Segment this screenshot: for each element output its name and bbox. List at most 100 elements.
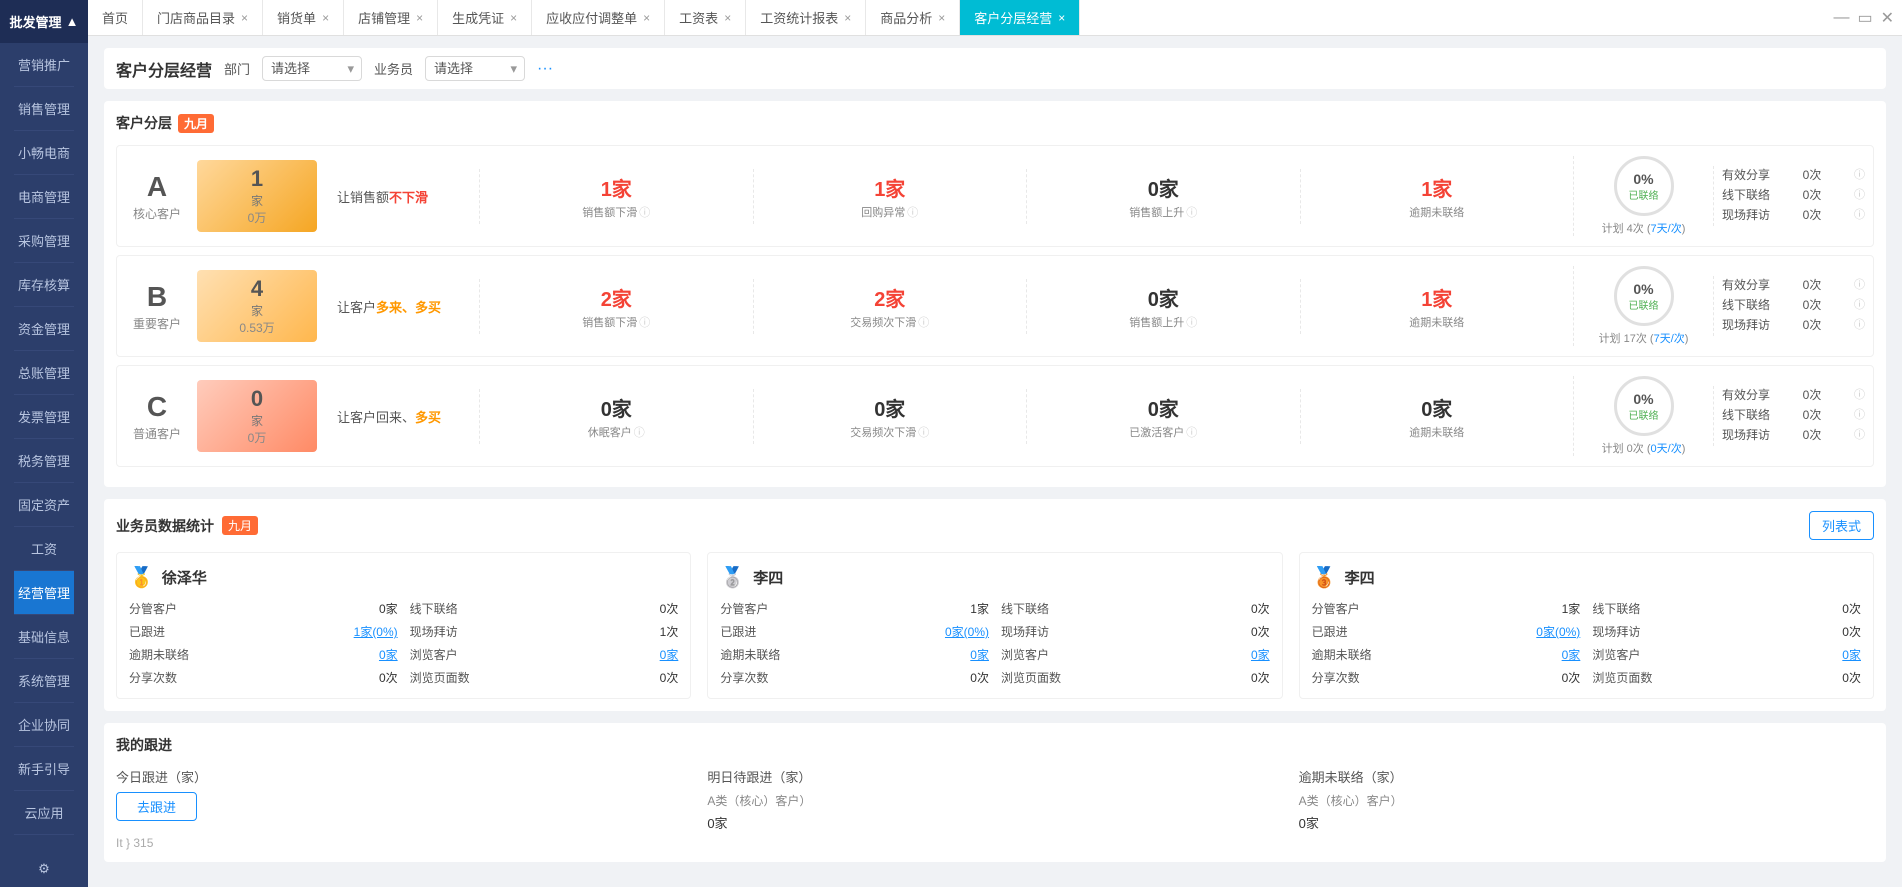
- info-icon[interactable]: ⓘ: [639, 314, 650, 330]
- info-icon-right[interactable]: ⓘ: [1854, 166, 1865, 183]
- sidebar-item-资金管理[interactable]: 资金管理: [14, 307, 74, 351]
- sales-stat-value[interactable]: 0家(0%): [945, 623, 989, 640]
- tier-stat-item[interactable]: 1家销售额下滑ⓘ: [479, 169, 753, 224]
- sales-stat-value[interactable]: 0家: [1562, 646, 1581, 663]
- tab-工资统计报表[interactable]: 工资统计报表×: [746, 0, 866, 36]
- right-stat-label: 有效分享: [1722, 386, 1770, 403]
- sidebar-item-发票管理[interactable]: 发票管理: [14, 395, 74, 439]
- sidebar-item-固定资产[interactable]: 固定资产: [14, 483, 74, 527]
- info-icon[interactable]: ⓘ: [639, 204, 650, 220]
- tab-工资表[interactable]: 工资表×: [665, 0, 746, 36]
- right-stat-row: 现场拜访0次ⓘ: [1722, 206, 1865, 223]
- tier-stat-item[interactable]: 1家逾期未联络: [1300, 169, 1574, 224]
- window-close-icon[interactable]: ✕: [1881, 8, 1894, 28]
- info-icon[interactable]: ⓘ: [918, 314, 929, 330]
- tier-stat-item[interactable]: 0家已激活客户ⓘ: [1026, 389, 1300, 444]
- info-icon-right[interactable]: ⓘ: [1854, 276, 1865, 293]
- tab-首页[interactable]: 首页: [88, 0, 143, 36]
- sidebar-item-营销推广[interactable]: 营销推广: [14, 43, 74, 87]
- info-icon[interactable]: ⓘ: [1186, 424, 1197, 440]
- info-icon[interactable]: ⓘ: [907, 204, 918, 220]
- info-icon-right[interactable]: ⓘ: [1854, 386, 1865, 403]
- sidebar-item-电商管理[interactable]: 电商管理: [14, 175, 74, 219]
- tier-label-B: B重要客户: [117, 281, 197, 332]
- tab-close-icon[interactable]: ×: [241, 11, 248, 25]
- tab-客户分层经营[interactable]: 客户分层经营×: [960, 0, 1080, 36]
- goto-followup-button[interactable]: 去跟进: [116, 792, 197, 821]
- sales-stat-value[interactable]: 0家: [660, 646, 679, 663]
- sidebar-item-企业协同[interactable]: 企业协同: [14, 703, 74, 747]
- info-icon-right[interactable]: ⓘ: [1854, 316, 1865, 333]
- tier-stats: 0家休眠客户ⓘ0家交易频次下滑ⓘ0家已激活客户ⓘ0家逾期未联络: [479, 389, 1573, 444]
- tier-count-box[interactable]: 4家0.53万: [197, 270, 317, 342]
- tab-close-icon[interactable]: ×: [322, 11, 329, 25]
- settings-gear-icon[interactable]: ⚙: [0, 851, 88, 887]
- tab-close-icon[interactable]: ×: [416, 11, 423, 25]
- tab-销货单[interactable]: 销货单×: [263, 0, 344, 36]
- info-icon-right[interactable]: ⓘ: [1854, 426, 1865, 443]
- tab-close-icon[interactable]: ×: [643, 11, 650, 25]
- sidebar-item-系统管理[interactable]: 系统管理: [14, 659, 74, 703]
- tier-stat-item[interactable]: 0家销售额上升ⓘ: [1026, 279, 1300, 334]
- more-filter-dots[interactable]: ···: [537, 60, 553, 78]
- tier-count-box[interactable]: 0家0万: [197, 380, 317, 452]
- window-restore-icon[interactable]: ▭: [1857, 8, 1872, 28]
- sales-stat-value[interactable]: 0家: [379, 646, 398, 663]
- sidebar-item-销售管理[interactable]: 销售管理: [14, 87, 74, 131]
- tier-stat-item[interactable]: 1家逾期未联络: [1300, 279, 1574, 334]
- tier-stat-item[interactable]: 0家休眠客户ⓘ: [479, 389, 753, 444]
- tab-商品分析[interactable]: 商品分析×: [866, 0, 960, 36]
- contact-plan-link[interactable]: 0天/次: [1651, 443, 1682, 455]
- sidebar-header[interactable]: 批发管理 ▲: [0, 0, 88, 43]
- sidebar: 批发管理 ▲ 营销推广销售管理小畅电商电商管理采购管理库存核算资金管理总账管理发…: [0, 0, 88, 887]
- sidebar-item-基础信息[interactable]: 基础信息: [14, 615, 74, 659]
- sidebar-item-总账管理[interactable]: 总账管理: [14, 351, 74, 395]
- sales-stat-label: 浏览客户: [1001, 646, 1049, 663]
- tier-stat-item[interactable]: 2家交易频次下滑ⓘ: [753, 279, 1027, 334]
- sidebar-item-新手引导[interactable]: 新手引导: [14, 747, 74, 791]
- right-stat-val: 0次: [1803, 386, 1822, 403]
- list-view-button[interactable]: 列表式: [1809, 511, 1874, 540]
- sales-stat-value[interactable]: 0家: [1842, 646, 1861, 663]
- contact-plan-link[interactable]: 7天/次: [1654, 333, 1685, 345]
- sidebar-item-库存核算[interactable]: 库存核算: [14, 263, 74, 307]
- sales-stat-value[interactable]: 1家(0%): [354, 623, 398, 640]
- info-icon-right[interactable]: ⓘ: [1854, 206, 1865, 223]
- sidebar-item-经营管理[interactable]: 经营管理: [14, 571, 74, 615]
- tab-门店商品目录[interactable]: 门店商品目录×: [143, 0, 263, 36]
- contact-plan-link[interactable]: 7天/次: [1651, 223, 1682, 235]
- sales-stat-value[interactable]: 0家: [1251, 646, 1270, 663]
- info-icon-right[interactable]: ⓘ: [1854, 186, 1865, 203]
- sidebar-item-税务管理[interactable]: 税务管理: [14, 439, 74, 483]
- info-icon[interactable]: ⓘ: [1186, 204, 1197, 220]
- tab-close-icon[interactable]: ×: [1058, 11, 1065, 25]
- sidebar-item-云应用[interactable]: 云应用: [14, 791, 74, 835]
- tab-店铺管理[interactable]: 店铺管理×: [344, 0, 438, 36]
- tab-应收应付调整单[interactable]: 应收应付调整单×: [532, 0, 665, 36]
- info-icon-right[interactable]: ⓘ: [1854, 406, 1865, 423]
- tab-生成凭证[interactable]: 生成凭证×: [438, 0, 532, 36]
- tab-close-icon[interactable]: ×: [724, 11, 731, 25]
- tab-close-icon[interactable]: ×: [510, 11, 517, 25]
- sidebar-item-小畅电商[interactable]: 小畅电商: [14, 131, 74, 175]
- sidebar-item-工资[interactable]: 工资: [14, 527, 74, 571]
- dept-select[interactable]: 请选择: [262, 56, 362, 81]
- sales-select[interactable]: 请选择: [425, 56, 525, 81]
- sales-stat-value[interactable]: 0家(0%): [1536, 623, 1580, 640]
- tier-stat-item[interactable]: 0家交易频次下滑ⓘ: [753, 389, 1027, 444]
- info-icon[interactable]: ⓘ: [918, 424, 929, 440]
- tier-stat-item[interactable]: 2家销售额下滑ⓘ: [479, 279, 753, 334]
- info-icon-right[interactable]: ⓘ: [1854, 296, 1865, 313]
- tab-close-icon[interactable]: ×: [844, 11, 851, 25]
- sidebar-item-采购管理[interactable]: 采购管理: [14, 219, 74, 263]
- tier-stat-item[interactable]: 1家回购异常ⓘ: [753, 169, 1027, 224]
- tier-count-box[interactable]: 1家0万: [197, 160, 317, 232]
- tier-stat-item[interactable]: 0家销售额上升ⓘ: [1026, 169, 1300, 224]
- sales-stat-value[interactable]: 0家: [970, 646, 989, 663]
- tier-stat-item[interactable]: 0家逾期未联络: [1300, 389, 1574, 444]
- tab-close-icon[interactable]: ×: [938, 11, 945, 25]
- sidebar-expand-icon: ▲: [66, 14, 79, 29]
- info-icon[interactable]: ⓘ: [634, 424, 645, 440]
- window-minimize-icon[interactable]: —: [1833, 9, 1849, 27]
- info-icon[interactable]: ⓘ: [1186, 314, 1197, 330]
